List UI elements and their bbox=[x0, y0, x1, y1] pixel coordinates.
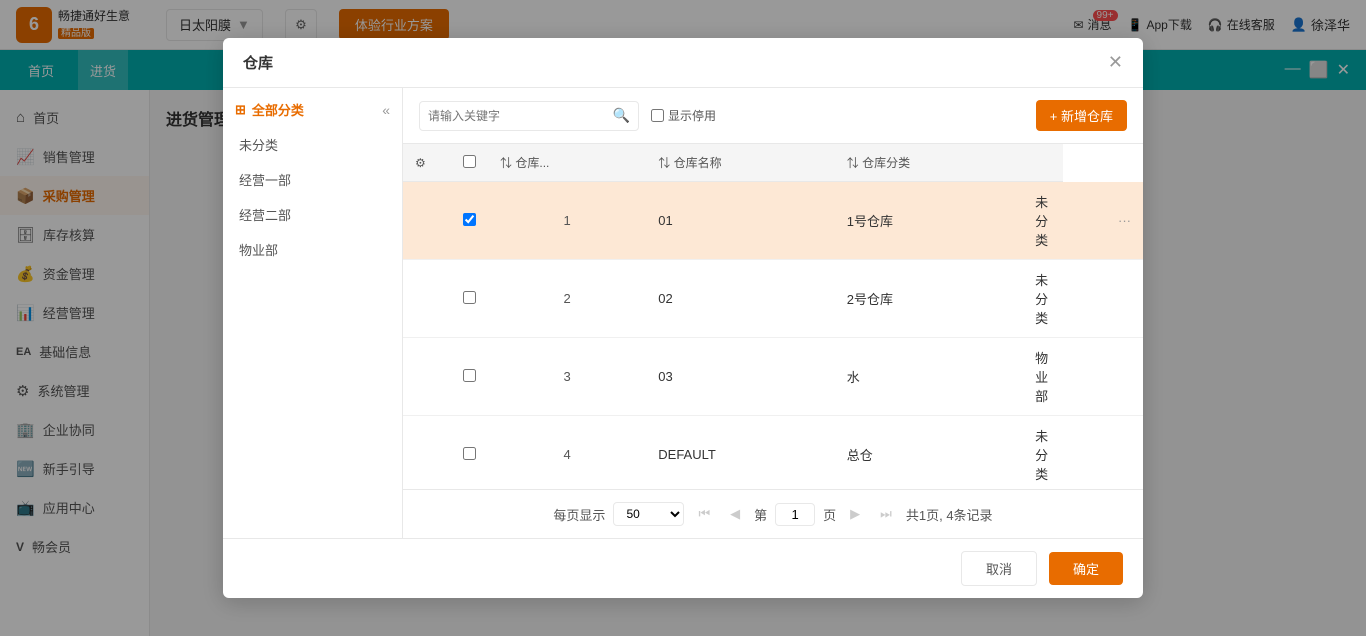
row-actions-button[interactable] bbox=[1063, 338, 1143, 416]
page-unit-label: 页 bbox=[823, 505, 836, 524]
add-warehouse-button[interactable]: + 新增仓库 bbox=[1036, 100, 1127, 131]
first-page-button[interactable]: ⏮ bbox=[692, 504, 716, 524]
show-disabled-label: 显示停用 bbox=[668, 107, 716, 124]
search-icon[interactable]: 🔍 bbox=[613, 107, 630, 124]
toolbar: 🔍 显示停用 + 新增仓库 bbox=[403, 88, 1143, 144]
row-actions-button[interactable]: ··· bbox=[1063, 182, 1143, 260]
modal-overlay: 仓库 ✕ ⊞ 全部分类 « 未分类 经营一部 bbox=[0, 0, 1366, 636]
category-item-unclassified[interactable]: 未分类 bbox=[223, 127, 402, 162]
sort-icon-name: ⇅ bbox=[658, 156, 670, 170]
th-code: ⇅ 仓库... bbox=[488, 144, 646, 182]
table-gear-icon[interactable]: ⚙ bbox=[415, 156, 426, 170]
row-gear-cell bbox=[403, 338, 451, 416]
th-category: ⇅ 仓库分类 bbox=[835, 144, 1023, 182]
pagination: 每页显示 50 100 200 ⏮ ◀ 第 页 ▶ ⏭ 共1页, 4条记录 bbox=[403, 489, 1143, 538]
table-row[interactable]: 2 02 2号仓库 未分类 bbox=[403, 260, 1143, 338]
th-actions bbox=[1023, 144, 1063, 182]
col-category-label: 仓库分类 bbox=[862, 156, 910, 170]
col-code-label: 仓库... bbox=[515, 156, 549, 170]
all-categories-button[interactable]: ⊞ 全部分类 bbox=[235, 100, 304, 119]
page-label: 第 bbox=[754, 505, 767, 524]
show-disabled-toggle[interactable]: 显示停用 bbox=[651, 107, 716, 124]
sort-icon: ⇅ bbox=[500, 156, 512, 170]
col-name-label: 仓库名称 bbox=[674, 156, 722, 170]
row-checkbox-cell[interactable] bbox=[451, 182, 488, 260]
th-gear: ⚙ bbox=[403, 144, 451, 182]
content-panel: 🔍 显示停用 + 新增仓库 ⚙ bbox=[403, 88, 1143, 538]
row-gear-cell bbox=[403, 182, 451, 260]
last-page-button[interactable]: ⏭ bbox=[874, 504, 898, 524]
row-name: 总仓 bbox=[835, 416, 1023, 490]
row-name: 水 bbox=[835, 338, 1023, 416]
warehouse-modal: 仓库 ✕ ⊞ 全部分类 « 未分类 经营一部 bbox=[223, 38, 1143, 598]
select-all-checkbox[interactable] bbox=[463, 155, 476, 168]
row-num: 3 bbox=[488, 338, 646, 416]
category-panel: ⊞ 全部分类 « 未分类 经营一部 经营二部 物业部 bbox=[223, 88, 403, 538]
row-actions-button[interactable] bbox=[1063, 260, 1143, 338]
row-category: 物业部 bbox=[1023, 338, 1063, 416]
table-row[interactable]: 3 03 水 物业部 bbox=[403, 338, 1143, 416]
per-page-label: 每页显示 bbox=[553, 505, 605, 524]
category-item-ops1[interactable]: 经营一部 bbox=[223, 162, 402, 197]
page-number-input[interactable] bbox=[775, 503, 815, 526]
show-disabled-checkbox[interactable] bbox=[651, 109, 664, 122]
category-item-ops2[interactable]: 经营二部 bbox=[223, 197, 402, 232]
modal-footer: 取消 确定 bbox=[223, 538, 1143, 598]
category-header: ⊞ 全部分类 « bbox=[223, 100, 402, 127]
category-item-property[interactable]: 物业部 bbox=[223, 232, 402, 267]
modal-close-button[interactable]: ✕ bbox=[1108, 52, 1123, 73]
row-category: 未分类 bbox=[1023, 416, 1063, 490]
row-code: 03 bbox=[646, 338, 834, 416]
row-checkbox[interactable] bbox=[463, 291, 476, 304]
table-body: 1 01 1号仓库 未分类 ··· 2 02 2号仓库 未分类 3 03 水 物… bbox=[403, 182, 1143, 490]
category-item-label-0: 未分类 bbox=[239, 138, 278, 153]
category-item-label-3: 物业部 bbox=[239, 243, 278, 258]
total-records-label: 共1页, 4条记录 bbox=[906, 505, 993, 524]
cancel-button[interactable]: 取消 bbox=[961, 551, 1037, 586]
table-area: ⚙ ⇅ 仓库... ⇅ bbox=[403, 144, 1143, 489]
modal-title: 仓库 bbox=[243, 52, 273, 73]
row-num: 4 bbox=[488, 416, 646, 490]
row-checkbox[interactable] bbox=[463, 369, 476, 382]
search-input[interactable] bbox=[428, 109, 613, 123]
table-row[interactable]: 4 DEFAULT 总仓 未分类 bbox=[403, 416, 1143, 490]
row-checkbox-cell[interactable] bbox=[451, 338, 488, 416]
all-categories-label: 全部分类 bbox=[252, 100, 304, 119]
th-checkbox bbox=[451, 144, 488, 182]
warehouse-table: ⚙ ⇅ 仓库... ⇅ bbox=[403, 144, 1143, 489]
row-gear-cell bbox=[403, 260, 451, 338]
confirm-button[interactable]: 确定 bbox=[1049, 552, 1123, 585]
search-box[interactable]: 🔍 bbox=[419, 101, 639, 131]
row-name: 2号仓库 bbox=[835, 260, 1023, 338]
category-item-label-2: 经营二部 bbox=[239, 208, 291, 223]
table-header: ⚙ ⇅ 仓库... ⇅ bbox=[403, 144, 1143, 182]
prev-page-button[interactable]: ◀ bbox=[724, 504, 746, 524]
sort-icon-cat: ⇅ bbox=[847, 156, 859, 170]
row-code: 01 bbox=[646, 182, 834, 260]
row-gear-cell bbox=[403, 416, 451, 490]
grid-icon: ⊞ bbox=[235, 102, 246, 118]
row-code: 02 bbox=[646, 260, 834, 338]
row-code: DEFAULT bbox=[646, 416, 834, 490]
row-checkbox-cell[interactable] bbox=[451, 416, 488, 490]
row-category: 未分类 bbox=[1023, 260, 1063, 338]
th-name: ⇅ 仓库名称 bbox=[646, 144, 834, 182]
table-row[interactable]: 1 01 1号仓库 未分类 ··· bbox=[403, 182, 1143, 260]
per-page-select[interactable]: 50 100 200 bbox=[613, 502, 684, 526]
row-num: 2 bbox=[488, 260, 646, 338]
row-num: 1 bbox=[488, 182, 646, 260]
modal-header: 仓库 ✕ bbox=[223, 38, 1143, 88]
row-name: 1号仓库 bbox=[835, 182, 1023, 260]
row-checkbox-cell[interactable] bbox=[451, 260, 488, 338]
category-item-label-1: 经营一部 bbox=[239, 173, 291, 188]
row-checkbox[interactable] bbox=[463, 213, 476, 226]
row-checkbox[interactable] bbox=[463, 447, 476, 460]
row-actions-button[interactable] bbox=[1063, 416, 1143, 490]
next-page-button[interactable]: ▶ bbox=[844, 504, 866, 524]
modal-body: ⊞ 全部分类 « 未分类 经营一部 经营二部 物业部 bbox=[223, 88, 1143, 538]
row-category: 未分类 bbox=[1023, 182, 1063, 260]
collapse-panel-button[interactable]: « bbox=[382, 102, 390, 118]
